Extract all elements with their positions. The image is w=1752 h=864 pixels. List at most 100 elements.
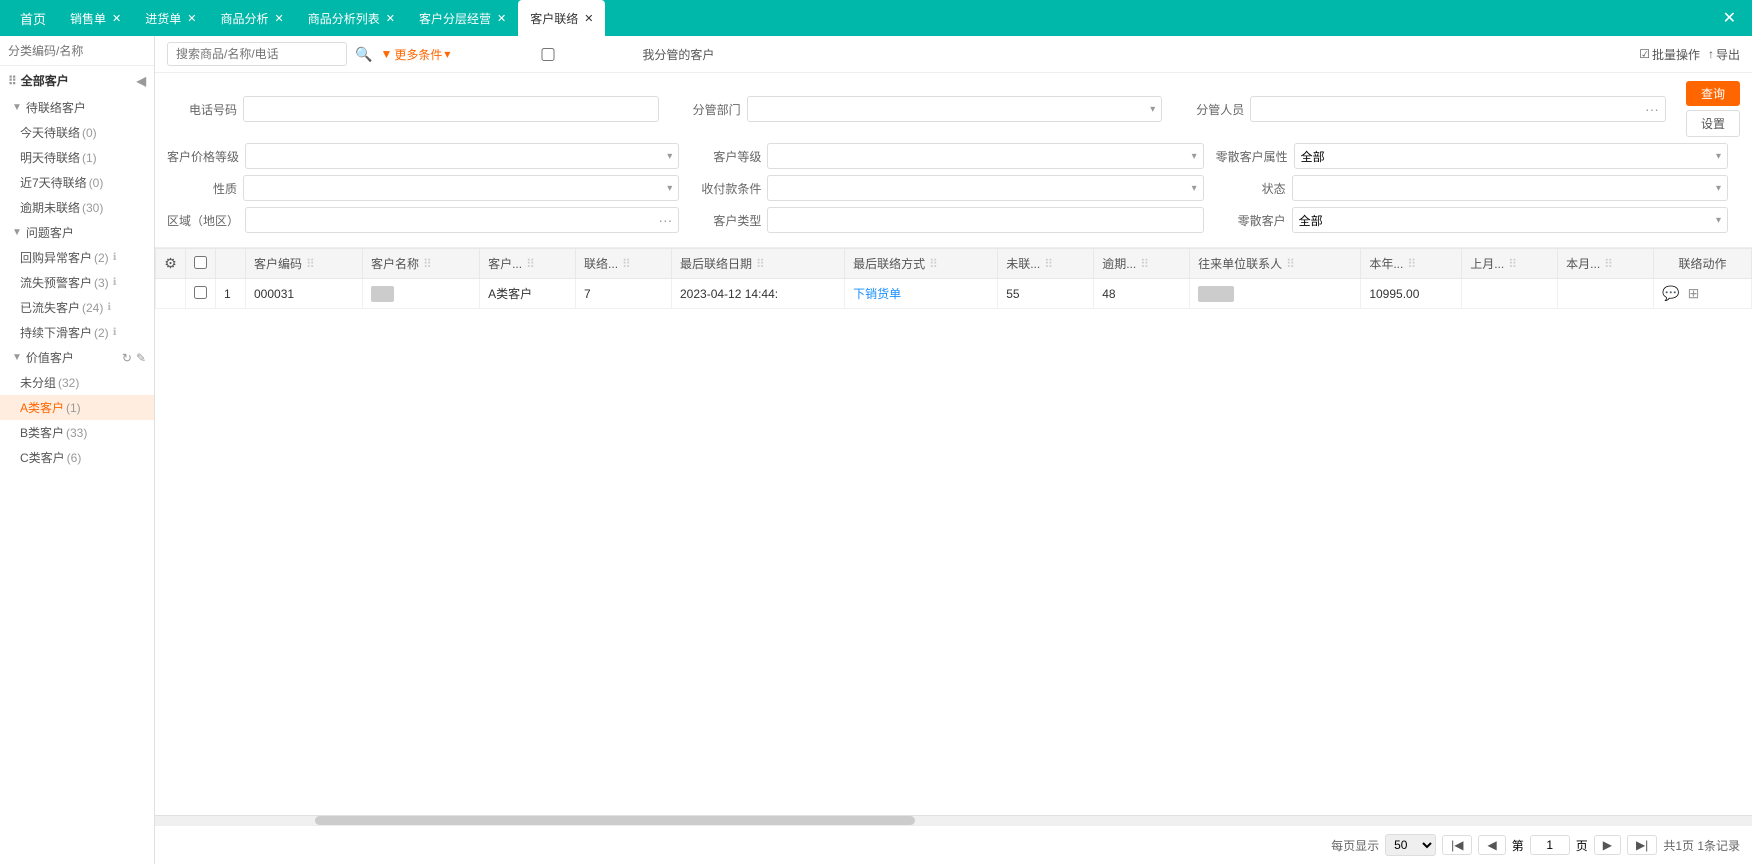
table-settings-icon[interactable]: ⚙ xyxy=(164,255,177,271)
refresh-icon[interactable]: ↻ xyxy=(122,351,132,365)
sidebar-item-churn-risk[interactable]: 流失预警客户 (3) ℹ xyxy=(0,270,154,295)
chevron-down-icon-5: ▾ xyxy=(667,183,672,194)
dept-select[interactable]: ▾ xyxy=(747,96,1163,122)
close-tab-customer-contact[interactable]: ✕ xyxy=(584,12,593,25)
horizontal-scrollbar[interactable] xyxy=(155,815,1752,825)
chat-icon[interactable]: 💬 xyxy=(1662,285,1679,302)
sidebar-collapse-btn[interactable]: ◀ xyxy=(137,74,146,88)
payment-select[interactable]: ▾ xyxy=(767,175,1203,201)
settings-button[interactable]: 设置 xyxy=(1686,110,1740,137)
cust-type-label: 客户类型 xyxy=(691,212,761,229)
sidebar-item-declining[interactable]: 持续下滑客户 (2) ℹ xyxy=(0,320,154,345)
last-page-button[interactable]: ▶| xyxy=(1627,835,1657,855)
info-icon-3: ℹ xyxy=(107,302,111,313)
filter-icon: ▼ xyxy=(380,47,392,61)
col-unit-contact[interactable]: 往来单位联系人 ⠿ xyxy=(1190,249,1361,279)
region-select[interactable]: ··· xyxy=(245,207,679,233)
close-tab-analysis[interactable]: ✕ xyxy=(275,12,284,25)
col-overdue[interactable]: 逾期... ⠿ xyxy=(1094,249,1190,279)
tab-purchase[interactable]: 进货单 ✕ xyxy=(133,0,208,36)
qr-icon[interactable]: ⊞ xyxy=(1688,285,1700,302)
home-nav[interactable]: 首页 xyxy=(8,0,58,36)
all-customers-section[interactable]: ⠿ 全部客户 ◀ xyxy=(0,66,154,95)
close-tab-customer-tier[interactable]: ✕ xyxy=(497,12,506,25)
close-tab-purchase[interactable]: ✕ xyxy=(187,12,196,25)
col-code[interactable]: 客户编码 ⠿ xyxy=(246,249,363,279)
col-this-year[interactable]: 本年... ⠿ xyxy=(1361,249,1462,279)
prev-page-button[interactable]: ◀ xyxy=(1478,835,1505,855)
per-page-select[interactable]: 50 20 100 xyxy=(1385,834,1436,856)
retail-select[interactable]: 全部 ▾ xyxy=(1292,207,1728,233)
close-tab-sales[interactable]: ✕ xyxy=(112,12,121,25)
filter-bar: 🔍 ▼ 更多条件 ▾ 我分管的客户 ☑ 批量操作 ↑ 导出 xyxy=(155,36,1752,73)
sidebar-item-abnormal[interactable]: 回购异常客户 (2) ℹ xyxy=(0,245,154,270)
filter-cell-payment: 收付款条件 ▾ xyxy=(691,175,1215,201)
query-button[interactable]: 查询 xyxy=(1686,81,1740,106)
info-icon-2: ℹ xyxy=(113,277,117,288)
last-method-link[interactable]: 下销货单 xyxy=(853,287,901,301)
group-problem-customers[interactable]: ▼ 问题客户 xyxy=(0,220,154,245)
price-level-label: 客户价格等级 xyxy=(167,148,239,165)
col-category[interactable]: 客户... ⠿ xyxy=(480,249,576,279)
col-name[interactable]: 客户名称 ⠿ xyxy=(363,249,480,279)
row-this-month-cell xyxy=(1558,279,1654,309)
resize-handle-12: ⠿ xyxy=(1604,257,1613,271)
total-info: 共1页 1条记录 xyxy=(1663,837,1740,854)
col-last-date[interactable]: 最后联络日期 ⠿ xyxy=(672,249,845,279)
search-button[interactable]: 🔍 xyxy=(355,46,372,63)
tab-analysis-list[interactable]: 商品分析列表 ✕ xyxy=(296,0,407,36)
first-page-button[interactable]: |◀ xyxy=(1442,835,1472,855)
filter-cell-phone: 电话号码 xyxy=(167,96,671,122)
phone-input[interactable] xyxy=(243,96,659,122)
tab-sales[interactable]: 销售单 ✕ xyxy=(58,0,133,36)
col-last-month[interactable]: 上月... ⠿ xyxy=(1462,249,1558,279)
row-checkbox[interactable] xyxy=(194,286,207,299)
sidebar-search-input[interactable] xyxy=(8,44,155,58)
filter-cell-nature: 性质 ▾ xyxy=(167,175,691,201)
customer-table: ⚙ 客户编码 ⠿ xyxy=(155,248,1752,309)
nature-select[interactable]: ▾ xyxy=(243,175,679,201)
status-select[interactable]: ▾ xyxy=(1292,175,1728,201)
group-pending-contact[interactable]: ▼ 待联络客户 xyxy=(0,95,154,120)
col-contact[interactable]: 联络... ⠿ xyxy=(576,249,672,279)
search-input[interactable] xyxy=(167,42,347,66)
resize-handle: ⠿ xyxy=(306,257,315,271)
more-icon[interactable]: ··· xyxy=(1645,101,1659,117)
dots-icon-region[interactable]: ··· xyxy=(658,212,672,228)
price-level-select[interactable]: ▾ xyxy=(245,143,679,169)
edit-icon[interactable]: ✎ xyxy=(136,351,146,365)
more-filters-button[interactable]: ▼ 更多条件 ▾ xyxy=(380,46,450,63)
sidebar-item-a-class[interactable]: A类客户 (1) xyxy=(0,395,154,420)
group-value-customers[interactable]: ▼ 价值客户 ↻ ✎ xyxy=(0,345,154,370)
col-this-month[interactable]: 本月... ⠿ xyxy=(1558,249,1654,279)
tab-customer-contact[interactable]: 客户联络 ✕ xyxy=(518,0,605,36)
sidebar-item-overdue[interactable]: 逾期未联络 (30) xyxy=(0,195,154,220)
page-number-input[interactable] xyxy=(1530,835,1570,855)
next-page-button[interactable]: ▶ xyxy=(1594,835,1621,855)
cust-type-input[interactable] xyxy=(767,207,1203,233)
scroll-thumb[interactable] xyxy=(315,816,915,825)
row-unit-contact-cell xyxy=(1190,279,1361,309)
tab-analysis[interactable]: 商品分析 ✕ xyxy=(208,0,295,36)
col-last-method[interactable]: 最后联络方式 ⠿ xyxy=(845,249,998,279)
retail-attr-select[interactable]: 全部 ▾ xyxy=(1294,143,1728,169)
col-no-contact[interactable]: 未联... ⠿ xyxy=(998,249,1094,279)
sidebar-item-b-class[interactable]: B类客户 (33) xyxy=(0,420,154,445)
my-customers-checkbox[interactable] xyxy=(458,48,638,61)
close-window-button[interactable]: ✕ xyxy=(1715,8,1744,28)
sidebar-item-churned[interactable]: 已流失客户 (24) ℹ xyxy=(0,295,154,320)
sidebar-item-today[interactable]: 今天待联络 (0) xyxy=(0,120,154,145)
sidebar-item-ungrouped[interactable]: 未分组 (32) xyxy=(0,370,154,395)
person-select[interactable]: ··· xyxy=(1250,96,1666,122)
sidebar-item-7days[interactable]: 近7天待联络 (0) xyxy=(0,170,154,195)
my-customers-checkbox-label[interactable]: 我分管的客户 xyxy=(458,46,714,63)
close-tab-analysis-list[interactable]: ✕ xyxy=(386,12,395,25)
arrow-icon-3: ▼ xyxy=(12,352,22,363)
cust-level-select[interactable]: ▾ xyxy=(767,143,1203,169)
select-all-checkbox[interactable] xyxy=(194,256,207,269)
batch-operation-button[interactable]: ☑ 批量操作 xyxy=(1639,46,1700,63)
export-button[interactable]: ↑ 导出 xyxy=(1708,46,1740,63)
sidebar-item-c-class[interactable]: C类客户 (6) xyxy=(0,445,154,470)
sidebar-item-tomorrow[interactable]: 明天待联络 (1) xyxy=(0,145,154,170)
tab-customer-tier[interactable]: 客户分层经营 ✕ xyxy=(407,0,518,36)
